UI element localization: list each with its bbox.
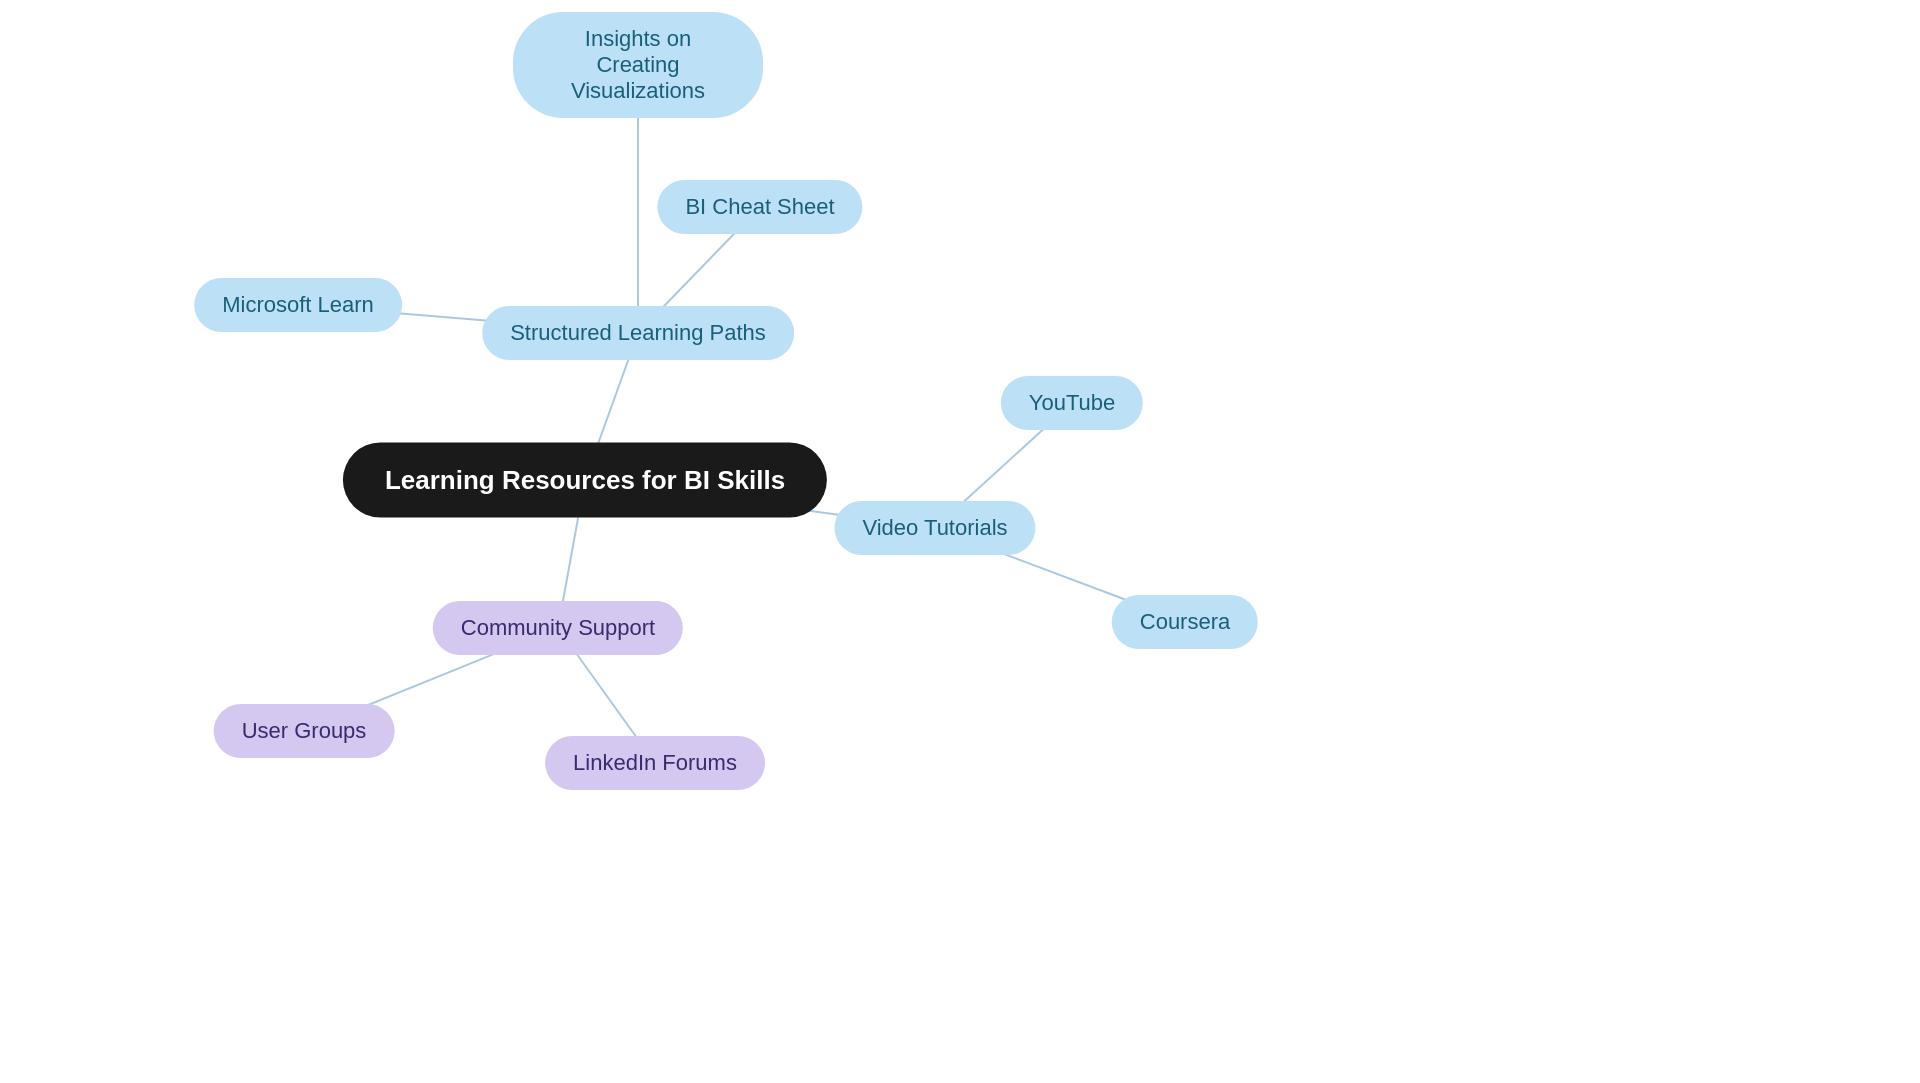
node-label-youtube: YouTube	[1029, 390, 1115, 416]
node-label-coursera: Coursera	[1140, 609, 1230, 635]
node-label-insights: Insights on CreatingVisualizations	[541, 26, 735, 104]
node-label-microsoft_learn: Microsoft Learn	[222, 292, 374, 318]
node-linkedin_forums[interactable]: LinkedIn Forums	[545, 736, 765, 790]
node-label-structured_learning: Structured Learning Paths	[510, 320, 766, 346]
node-structured_learning[interactable]: Structured Learning Paths	[482, 306, 794, 360]
node-label-video_tutorials: Video Tutorials	[862, 515, 1007, 541]
node-insights[interactable]: Insights on CreatingVisualizations	[513, 12, 763, 118]
node-microsoft_learn[interactable]: Microsoft Learn	[194, 278, 402, 332]
node-video_tutorials[interactable]: Video Tutorials	[834, 501, 1035, 555]
node-bi_cheat_sheet[interactable]: BI Cheat Sheet	[657, 180, 862, 234]
node-youtube[interactable]: YouTube	[1001, 376, 1143, 430]
mindmap-container: Learning Resources for BI Skills Structur…	[0, 0, 1920, 1083]
node-community_support[interactable]: Community Support	[433, 601, 683, 655]
node-label-user_groups: User Groups	[242, 718, 367, 744]
node-coursera[interactable]: Coursera	[1112, 595, 1258, 649]
node-user_groups[interactable]: User Groups	[214, 704, 395, 758]
node-label-bi_cheat_sheet: BI Cheat Sheet	[685, 194, 834, 220]
node-label-community_support: Community Support	[461, 615, 655, 641]
node-center[interactable]: Learning Resources for BI Skills	[343, 443, 827, 518]
node-label-center: Learning Resources for BI Skills	[385, 465, 785, 496]
node-label-linkedin_forums: LinkedIn Forums	[573, 750, 737, 776]
